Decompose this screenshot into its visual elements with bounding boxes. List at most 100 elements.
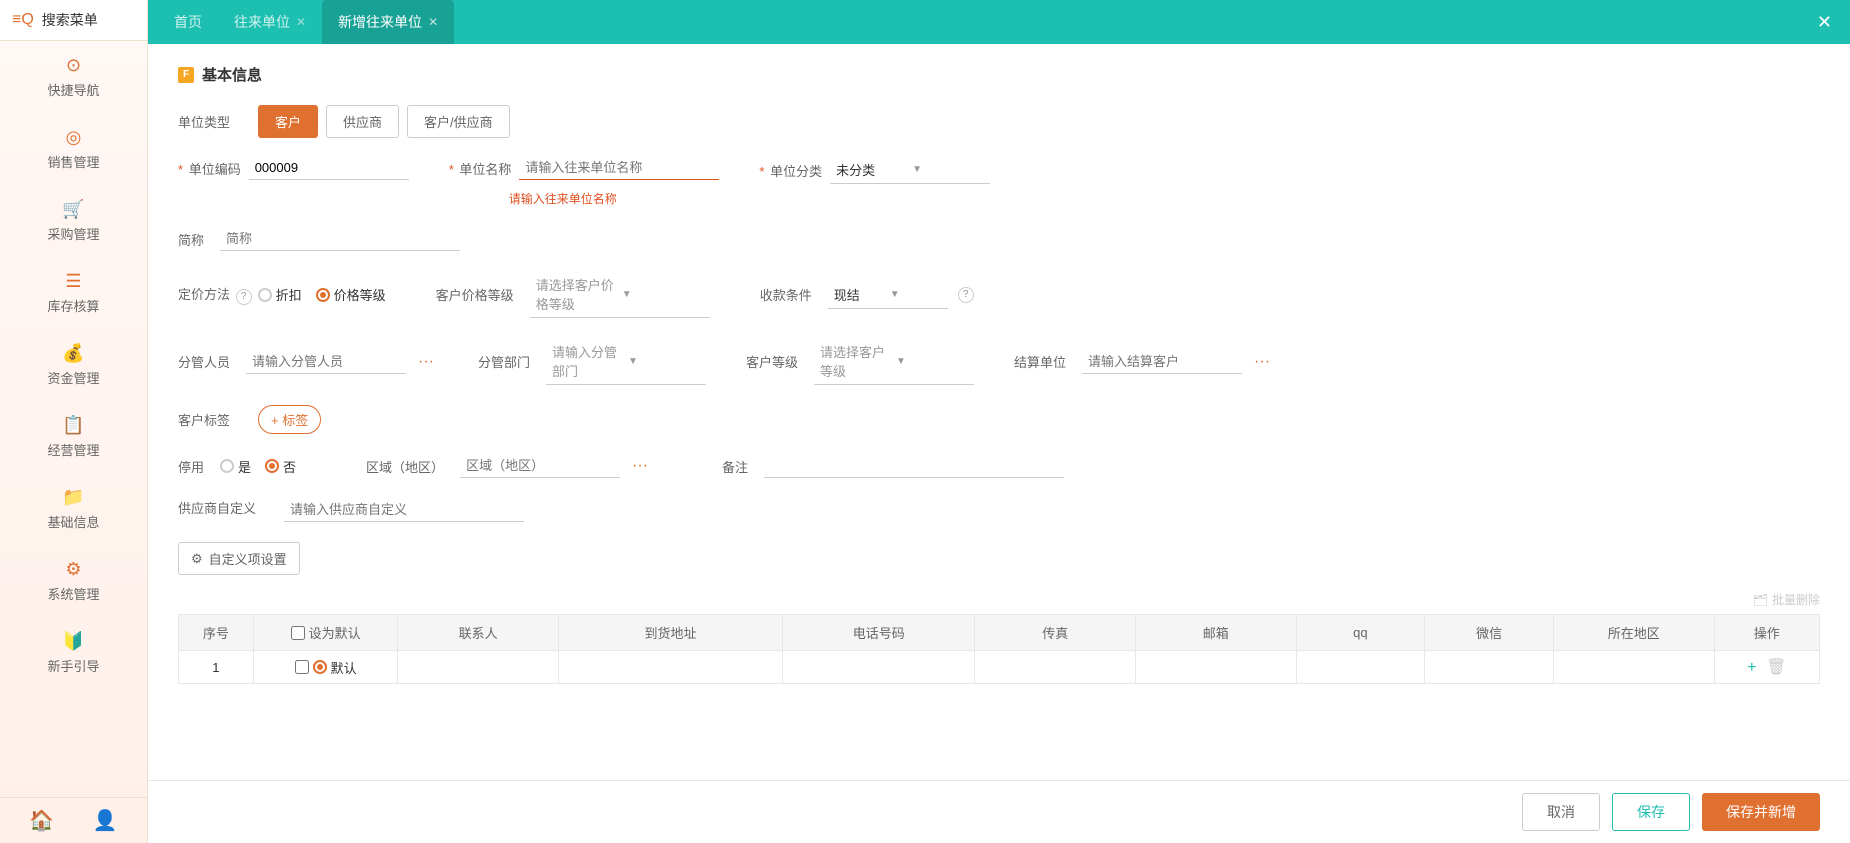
unit-type-supplier-btn[interactable]: 供应商	[326, 105, 399, 138]
row-contact[interactable]	[398, 651, 559, 684]
tab-new-contact[interactable]: 新增往来单位 ✕	[322, 0, 454, 44]
col-fax: 传真	[975, 615, 1136, 651]
home-bottom-icon[interactable]: 🏠	[29, 808, 54, 833]
email-input[interactable]	[1176, 660, 1256, 675]
pricing-method-field: 定价方法 ? 折扣 价格等级	[178, 284, 386, 305]
sidebar-item-sales[interactable]: ◎ 销售管理	[0, 113, 147, 185]
unit-code-input[interactable]	[249, 156, 409, 180]
row-location[interactable]	[1554, 651, 1715, 684]
payment-help-icon[interactable]: ?	[958, 287, 974, 303]
pricing-price-level-option[interactable]: 价格等级	[316, 285, 386, 304]
disable-field: 停用 是 否	[178, 457, 296, 476]
sidebar-item-inventory[interactable]: ☰ 库存核算	[0, 257, 147, 329]
save-button[interactable]: 保存	[1612, 793, 1690, 831]
unit-type-both-btn[interactable]: 客户/供应商	[407, 105, 510, 138]
disable-no-option[interactable]: 否	[265, 457, 296, 476]
customer-price-level-select[interactable]: 请选择客户价格等级 ▼	[530, 271, 710, 318]
row-address[interactable]	[558, 651, 782, 684]
location-input[interactable]	[1594, 660, 1674, 675]
tab-home-label: 首页	[174, 12, 202, 32]
close-all-tabs[interactable]: ✕	[1809, 12, 1840, 33]
unit-code-label: * 单位编码	[178, 159, 241, 178]
unit-name-error: 请输入往来单位名称	[509, 190, 617, 207]
unit-category-select[interactable]: 未分类 ▼	[830, 156, 990, 184]
unit-category-field: * 单位分类 未分类 ▼	[759, 156, 990, 184]
manager-dots-btn[interactable]: ···	[414, 353, 438, 371]
tab-contacts[interactable]: 往来单位 ✕	[218, 0, 322, 44]
sidebar-item-label: 采购管理	[47, 224, 99, 243]
sidebar-item-label: 资金管理	[47, 368, 99, 387]
sidebar-item-guide[interactable]: 🔰 新手引导	[0, 617, 147, 689]
user-bottom-icon[interactable]: 👤	[93, 808, 118, 833]
tab-contacts-close[interactable]: ✕	[296, 15, 306, 29]
region-field: 区域（地区） ···	[366, 454, 652, 478]
sidebar-item-finance[interactable]: 💰 资金管理	[0, 329, 147, 401]
bulk-delete-label[interactable]: 批量删除	[1772, 591, 1820, 608]
remark-input[interactable]	[764, 454, 1064, 478]
unit-name-label: * 单位名称	[449, 159, 512, 178]
pricing-help-icon[interactable]: ?	[236, 289, 252, 305]
fax-input[interactable]	[1015, 660, 1095, 675]
supplier-custom-input[interactable]	[284, 498, 524, 522]
sidebar-search[interactable]: ≡Q 搜索菜单	[0, 0, 147, 41]
select-all-checkbox[interactable]	[291, 626, 305, 640]
manager-input[interactable]	[246, 350, 406, 374]
unit-type-customer-btn[interactable]: 客户	[258, 105, 318, 138]
section-header: F 基本信息	[178, 64, 1820, 85]
row-add-btn[interactable]: +	[1747, 659, 1756, 676]
row-default-radio-item[interactable]: 默认	[313, 658, 357, 677]
address-input[interactable]	[611, 660, 731, 675]
customer-level-arrow: ▼	[896, 356, 968, 367]
pricing-discount-radio	[258, 288, 272, 302]
phone-input[interactable]	[829, 660, 929, 675]
row-phone[interactable]	[783, 651, 975, 684]
region-dots-btn[interactable]: ···	[628, 457, 652, 475]
department-select[interactable]: 请输入分管部门 ▼	[546, 338, 706, 385]
sidebar-item-quick-nav[interactable]: ⊙ 快捷导航	[0, 41, 147, 113]
row-fax[interactable]	[975, 651, 1136, 684]
row-checkbox[interactable]	[295, 660, 309, 674]
tab-home[interactable]: 首页	[158, 0, 218, 44]
sidebar-item-purchase[interactable]: 🛒 采购管理	[0, 185, 147, 257]
sidebar-item-system[interactable]: ⚙ 系统管理	[0, 545, 147, 617]
disable-yes-radio	[220, 459, 234, 473]
payment-terms-select[interactable]: 现结 ▼	[828, 281, 948, 309]
custom-settings-icon: ⚙	[191, 551, 203, 567]
settlement-dots-btn[interactable]: ···	[1250, 353, 1274, 371]
add-tag-button[interactable]: + 标签	[258, 405, 321, 434]
row-qq[interactable]	[1296, 651, 1425, 684]
settlement-input[interactable]	[1082, 350, 1242, 374]
short-name-input[interactable]	[220, 227, 460, 251]
unit-type-label: 单位类型	[178, 112, 230, 131]
department-arrow: ▼	[628, 356, 700, 367]
unit-name-input[interactable]	[519, 156, 719, 180]
code-name-category-row: * 单位编码 * 单位名称 请输入往来单位名称 * 单位分类	[178, 156, 1820, 207]
customer-tag-label: 客户标签	[178, 410, 230, 429]
row-delete-btn[interactable]: 🗑	[1766, 659, 1786, 676]
save-new-button[interactable]: 保存并新增	[1702, 793, 1820, 831]
disable-yes-option[interactable]: 是	[220, 457, 251, 476]
wechat-input[interactable]	[1459, 660, 1519, 675]
pricing-method-label: 定价方法 ?	[178, 284, 252, 305]
qq-input[interactable]	[1330, 660, 1390, 675]
pricing-discount-option[interactable]: 折扣	[258, 285, 302, 304]
unit-category-label: * 单位分类	[759, 161, 822, 180]
cancel-button[interactable]: 取消	[1522, 793, 1600, 831]
col-default: 设为默认	[253, 615, 398, 651]
custom-settings-button[interactable]: ⚙ 自定义项设置	[178, 542, 300, 575]
remark-label: 备注	[722, 457, 748, 476]
region-input[interactable]	[460, 454, 620, 478]
pricing-radio-group: 折扣 价格等级	[258, 285, 386, 304]
customer-level-select[interactable]: 请选择客户等级 ▼	[814, 338, 974, 385]
sidebar-item-basic-info[interactable]: 📁 基础信息	[0, 473, 147, 545]
unit-category-arrow: ▼	[912, 164, 984, 175]
disable-region-row: 停用 是 否 区域（地区） ··· 备注	[178, 454, 1820, 478]
row-email[interactable]	[1135, 651, 1296, 684]
row-wechat[interactable]	[1425, 651, 1554, 684]
main-panel: 首页 往来单位 ✕ 新增往来单位 ✕ ✕ F 基本信息 单位类型 客户 供应商 …	[148, 0, 1850, 843]
tab-new-contact-close[interactable]: ✕	[428, 15, 438, 29]
sidebar-item-operations[interactable]: 📋 经营管理	[0, 401, 147, 473]
tab-new-contact-label: 新增往来单位	[338, 12, 422, 32]
payment-terms-label: 收款条件	[760, 285, 812, 304]
contact-input[interactable]	[438, 660, 518, 675]
